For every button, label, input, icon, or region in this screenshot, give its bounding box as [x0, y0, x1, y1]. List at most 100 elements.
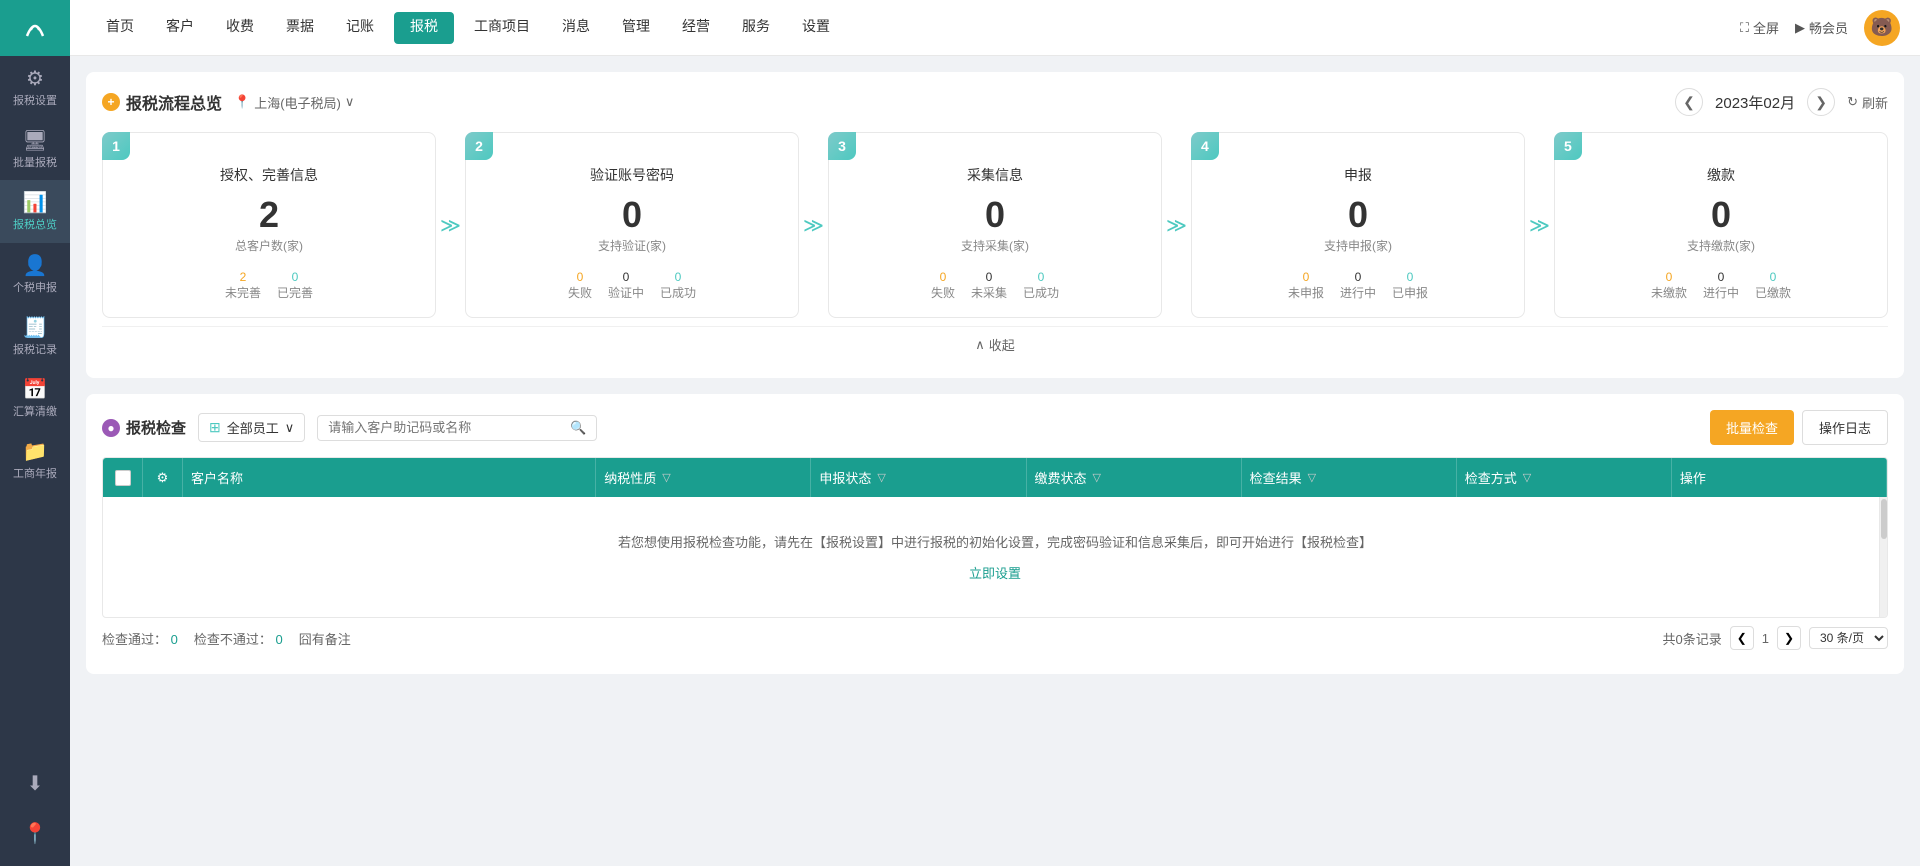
nav-home[interactable]: 首页 — [90, 0, 150, 56]
step3-stat-pending[interactable]: 0 未采集 — [971, 270, 1007, 301]
first-page-btn[interactable]: ❮ — [1730, 626, 1754, 650]
step-title-4: 申报 — [1344, 165, 1372, 185]
filter-icon-4: ▽ — [1308, 471, 1316, 484]
sidebar-item-tax-overview-label: 报税总览 — [13, 219, 57, 232]
nav-service[interactable]: 服务 — [726, 0, 786, 56]
step4-stat-fail[interactable]: 0 未申报 — [1288, 270, 1324, 301]
step-number-3: 3 — [828, 132, 856, 160]
step2-stat-fail[interactable]: 0 失败 — [568, 270, 592, 301]
setup-link[interactable]: 立即设置 — [969, 563, 1021, 582]
sidebar-item-business-annual[interactable]: 📁 工商年报 — [0, 429, 70, 491]
sidebar-item-batch-tax[interactable]: 🖥 批量报税 — [0, 118, 70, 180]
refresh-btn[interactable]: ↻ 刷新 — [1847, 93, 1888, 112]
pass-count[interactable]: 0 — [171, 632, 178, 647]
step5-stat-success[interactable]: 0 已缴款 — [1755, 270, 1791, 301]
step-count-3: 0 — [985, 197, 1005, 233]
nav-management[interactable]: 管理 — [606, 0, 666, 56]
step3-stat-success[interactable]: 0 已成功 — [1023, 270, 1059, 301]
th-settings[interactable]: ⚙ — [143, 458, 183, 497]
step1-stat-success[interactable]: 0 已完善 — [277, 270, 313, 301]
refresh-icon: ↻ — [1847, 94, 1858, 110]
step-desc-4: 支持申报(家) — [1324, 237, 1392, 254]
sidebar-item-location[interactable]: 📍 — [0, 811, 70, 856]
search-icon[interactable]: 🔍 — [570, 420, 586, 436]
operation-log-btn[interactable]: 操作日志 — [1802, 410, 1888, 445]
sidebar: ⚙ 报税设置 🖥 批量报税 📊 报税总览 👤 个税申报 🧾 报税记录 📅 汇算清… — [0, 0, 70, 866]
annual-settlement-icon: 📅 — [23, 377, 48, 402]
th-action: 操作 — [1672, 458, 1887, 497]
flow-step-3: 3 采集信息 0 支持采集(家) 0 失败 0 未采集 — [828, 132, 1162, 318]
nav-settings[interactable]: 设置 — [786, 0, 846, 56]
avatar[interactable]: 🐻 — [1864, 10, 1900, 46]
step4-stat-success[interactable]: 0 已申报 — [1392, 270, 1428, 301]
sidebar-item-tax-overview[interactable]: 📊 报税总览 — [0, 180, 70, 242]
nav-messages[interactable]: 消息 — [546, 0, 606, 56]
step-stats-5: 0 未缴款 0 进行中 0 已缴款 — [1651, 270, 1791, 301]
step4-stat-pending[interactable]: 0 进行中 — [1340, 270, 1376, 301]
page-size-select[interactable]: 30 条/页 — [1809, 627, 1888, 649]
sidebar-item-personal-tax[interactable]: 👤 个税申报 — [0, 243, 70, 305]
main-area: 首页 客户 收费 票据 记账 报税 工商项目 消息 管理 经营 服务 设置 ⛶ … — [70, 0, 1920, 866]
th-checkbox[interactable] — [103, 458, 143, 497]
check-title: ● 报税检查 — [102, 417, 186, 438]
nav-business[interactable]: 工商项目 — [458, 0, 546, 56]
nav-clients[interactable]: 客户 — [150, 0, 210, 56]
step1-stat-fail[interactable]: 2 未完善 — [225, 270, 261, 301]
step-number-4: 4 — [1191, 132, 1219, 160]
next-page-btn[interactable]: ❯ — [1777, 626, 1801, 650]
flow-step-4: 4 申报 0 支持申报(家) 0 未申报 0 进行中 — [1191, 132, 1525, 318]
location-selector[interactable]: 📍 上海(电子税局) ∨ — [234, 93, 354, 112]
personal-tax-icon: 👤 — [23, 253, 48, 278]
th-check-result[interactable]: 检查结果 ▽ — [1242, 458, 1457, 497]
step-number-1: 1 — [102, 132, 130, 160]
batch-check-btn[interactable]: 批量检查 — [1710, 410, 1794, 445]
sidebar-item-tax-records[interactable]: 🧾 报税记录 — [0, 305, 70, 367]
th-tax-type[interactable]: 纳税性质 ▽ — [596, 458, 811, 497]
nav-operations[interactable]: 经营 — [666, 0, 726, 56]
step5-stat-fail[interactable]: 0 未缴款 — [1651, 270, 1687, 301]
flow-steps: 1 授权、完善信息 2 总客户数(家) 2 未完善 0 已完善 — [102, 132, 1888, 318]
sidebar-item-personal-tax-label: 个税申报 — [13, 282, 57, 295]
table-header: ⚙ 客户名称 纳税性质 ▽ 申报状态 ▽ 缴费状态 ▽ — [103, 458, 1887, 497]
sidebar-item-tax-settings[interactable]: ⚙ 报税设置 — [0, 56, 70, 118]
employee-filter[interactable]: ⊞ 全部员工 ∨ — [198, 413, 305, 442]
th-pay-status[interactable]: 缴费状态 ▽ — [1027, 458, 1242, 497]
fail-label: 检查不通过： 0 — [194, 629, 283, 648]
step2-stat-pending[interactable]: 0 验证中 — [608, 270, 644, 301]
fullscreen-icon: ⛶ — [1740, 20, 1749, 36]
step-stats-4: 0 未申报 0 进行中 0 已申报 — [1288, 270, 1428, 301]
fullscreen-btn[interactable]: ⛶ 全屏 — [1740, 18, 1779, 37]
search-input[interactable] — [328, 420, 564, 435]
prev-month-btn[interactable]: ❮ — [1675, 88, 1703, 116]
select-all-checkbox[interactable] — [115, 470, 131, 486]
nav-invoices[interactable]: 票据 — [270, 0, 330, 56]
step-number-2: 2 — [465, 132, 493, 160]
top-navigation: 首页 客户 收费 票据 记账 报税 工商项目 消息 管理 经营 服务 设置 ⛶ … — [70, 0, 1920, 56]
th-check-method[interactable]: 检查方式 ▽ — [1457, 458, 1672, 497]
empty-message: 若您想使用报税检查功能，请先在【报税设置】中进行报税的初始化设置，完成密码验证和… — [618, 532, 1372, 551]
step-count-5: 0 — [1711, 197, 1731, 233]
app-logo — [0, 0, 70, 56]
check-table: ⚙ 客户名称 纳税性质 ▽ 申报状态 ▽ 缴费状态 ▽ — [102, 457, 1888, 618]
scrollbar[interactable] — [1879, 497, 1887, 617]
check-title-icon: ● — [102, 419, 120, 437]
th-declare-status[interactable]: 申报状态 ▽ — [811, 458, 1026, 497]
batch-tax-icon: 🖥 — [22, 128, 47, 153]
overview-title-icon: + — [102, 93, 120, 111]
member-btn[interactable]: ▶ 畅会员 — [1795, 18, 1848, 37]
nav-tax[interactable]: 报税 — [394, 12, 454, 44]
step2-stat-success[interactable]: 0 已成功 — [660, 270, 696, 301]
step-title-5: 缴款 — [1707, 165, 1735, 185]
next-month-btn[interactable]: ❯ — [1807, 88, 1835, 116]
step-stats-2: 0 失败 0 验证中 0 已成功 — [568, 270, 696, 301]
step3-stat-fail[interactable]: 0 失败 — [931, 270, 955, 301]
sidebar-item-annual-settlement[interactable]: 📅 汇算清缴 — [0, 367, 70, 429]
step-stats-1: 2 未完善 0 已完善 — [225, 270, 313, 301]
fail-count[interactable]: 0 — [276, 632, 283, 647]
sidebar-item-download[interactable]: ⬇ — [0, 761, 70, 806]
collapse-btn[interactable]: ∧ 收起 — [102, 326, 1888, 362]
step5-stat-pending[interactable]: 0 进行中 — [1703, 270, 1739, 301]
nav-fees[interactable]: 收费 — [210, 0, 270, 56]
nav-bookkeeping[interactable]: 记账 — [330, 0, 390, 56]
check-actions: 批量检查 操作日志 — [1710, 410, 1888, 445]
